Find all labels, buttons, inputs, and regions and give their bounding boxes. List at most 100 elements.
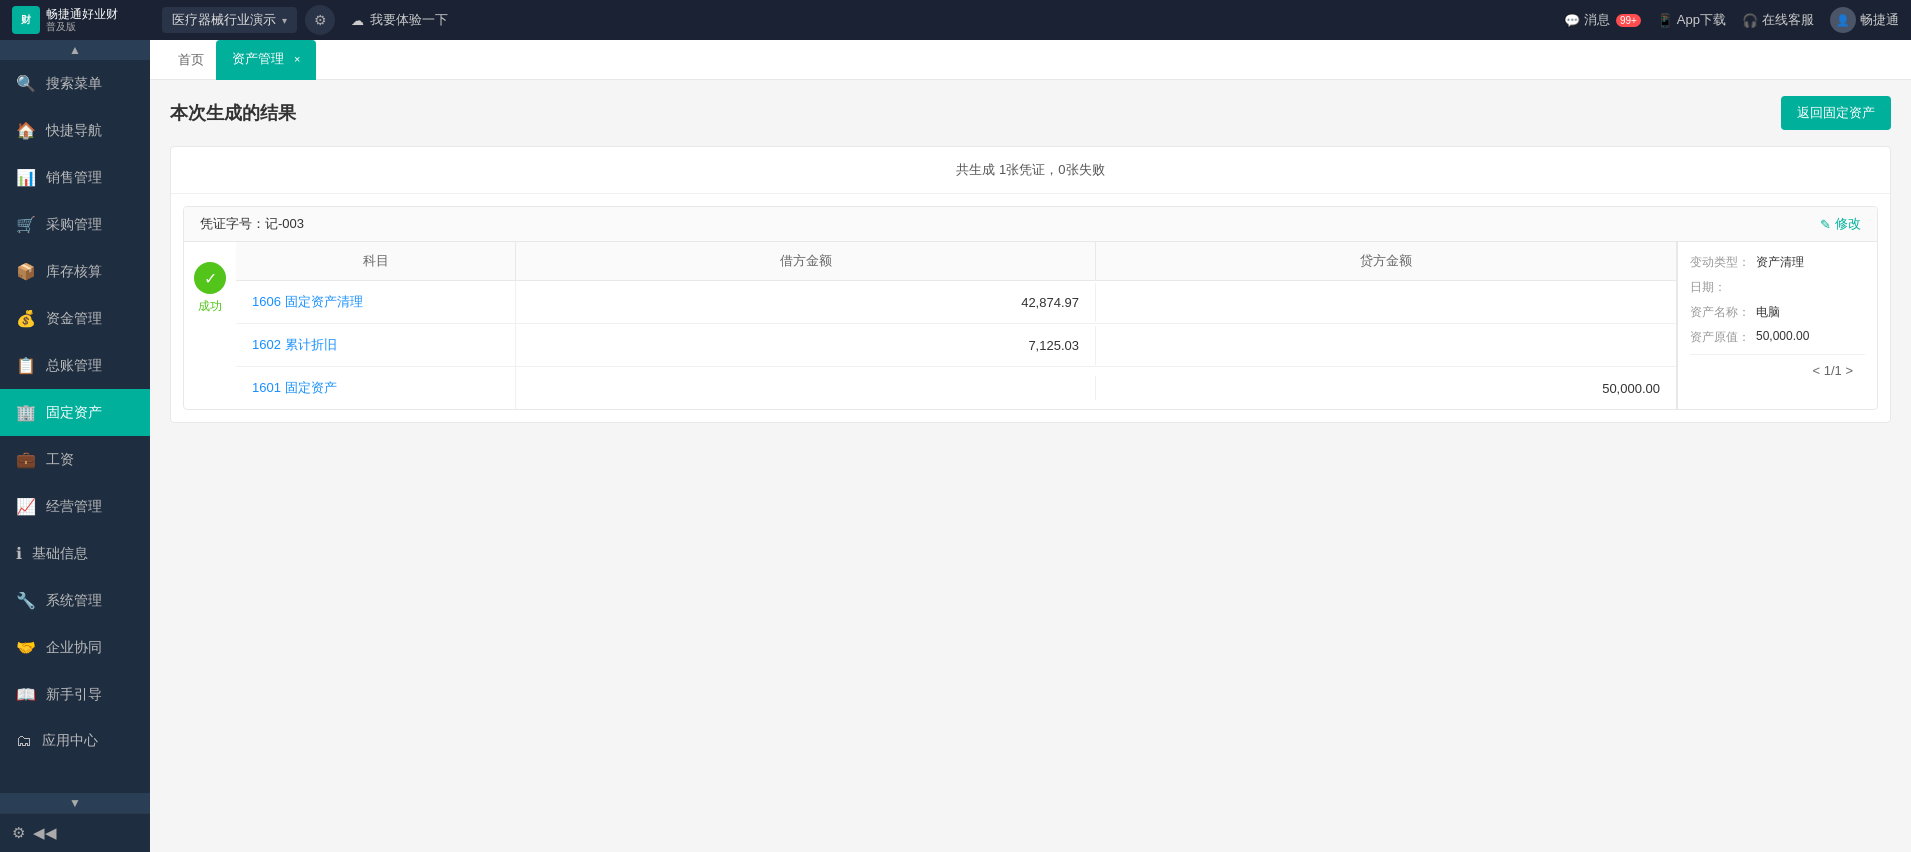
page-title: 本次生成的结果	[170, 101, 296, 125]
app-center-icon: 🗂	[16, 732, 32, 750]
col-subject: 科目	[236, 242, 516, 280]
inventory-icon: 📦	[16, 262, 36, 281]
sales-icon: 📊	[16, 168, 36, 187]
edit-icon: ✎	[1820, 217, 1831, 232]
edit-voucher-button[interactable]: ✎ 修改	[1820, 215, 1861, 233]
tab-bar: 首页 资产管理 ×	[150, 40, 1911, 80]
voucher-number: 凭证字号：记-003	[200, 215, 304, 233]
tab-asset-management[interactable]: 资产管理 ×	[216, 40, 316, 80]
guide-icon: 📖	[16, 685, 36, 704]
row2-debit: 7,125.03	[516, 326, 1096, 365]
sidebar-item-app-center[interactable]: 🗂 应用中心	[0, 718, 150, 764]
enterprise-icon: 🤝	[16, 638, 36, 657]
col-credit: 贷方金额	[1096, 242, 1676, 280]
pagination[interactable]: < 1/1 >	[1690, 354, 1865, 386]
gear-button[interactable]: ⚙	[305, 5, 335, 35]
page-header-row: 本次生成的结果 返回固定资产	[170, 96, 1891, 130]
tab-close-icon[interactable]: ×	[294, 53, 300, 65]
sidebar: ▲ 🔍 搜索菜单 🏠 快捷导航 📊 销售管理 🛒 采购管理 📦 库存核算	[0, 40, 150, 852]
row3-subject: 1601 固定资产	[236, 367, 516, 409]
logo-icon: 财	[12, 6, 40, 34]
headset-icon: 🎧	[1742, 13, 1758, 28]
table-row: 1602 累计折旧 7,125.03	[236, 324, 1676, 367]
info-icon: ℹ	[16, 544, 22, 563]
sidebar-item-inventory[interactable]: 📦 库存核算	[0, 248, 150, 295]
row2-subject: 1602 累计折旧	[236, 324, 516, 366]
info-asset-name: 资产名称： 电脑	[1690, 304, 1865, 321]
message-badge: 99+	[1616, 14, 1641, 27]
return-fixed-assets-button[interactable]: 返回固定资产	[1781, 96, 1891, 130]
online-service-button[interactable]: 🎧 在线客服	[1742, 11, 1814, 29]
row1-subject: 1606 固定资产清理	[236, 281, 516, 323]
sidebar-item-funds[interactable]: 💰 资金管理	[0, 295, 150, 342]
page-content: 本次生成的结果 返回固定资产 共生成 1张凭证，0张失败 凭证字号：记-003 …	[150, 80, 1911, 852]
top-header: 财 畅捷通好业财 普及版 医疗器械行业演示 ▾ ⚙ ☁ 我要体验一下 💬 消息 …	[0, 0, 1911, 40]
sidebar-footer: ⚙ ◀◀	[0, 813, 150, 852]
info-original-value: 资产原值： 50,000.00	[1690, 329, 1865, 346]
purchase-icon: 🛒	[16, 215, 36, 234]
tab-home[interactable]: 首页	[166, 40, 216, 80]
voucher-body: ✓ 成功 科目 借方金额 贷方金额 160	[184, 242, 1877, 409]
sidebar-scroll: 🔍 搜索菜单 🏠 快捷导航 📊 销售管理 🛒 采购管理 📦 库存核算 💰	[0, 60, 150, 793]
main-layout: ▲ 🔍 搜索菜单 🏠 快捷导航 📊 销售管理 🛒 采购管理 📦 库存核算	[0, 40, 1911, 852]
table-header: 科目 借方金额 贷方金额	[236, 242, 1676, 281]
funds-icon: 💰	[16, 309, 36, 328]
company-selector[interactable]: 医疗器械行业演示 ▾	[162, 7, 297, 33]
voucher-header: 凭证字号：记-003 ✎ 修改	[184, 207, 1877, 242]
sidebar-item-operations[interactable]: 📈 经营管理	[0, 483, 150, 530]
collapse-sidebar-button[interactable]: ◀◀	[33, 824, 57, 842]
experience-button[interactable]: ☁ 我要体验一下	[351, 11, 448, 29]
result-panel: 共生成 1张凭证，0张失败 凭证字号：记-003 ✎ 修改	[170, 146, 1891, 423]
content-area: 首页 资产管理 × 本次生成的结果 返回固定资产 共生成 1张凭证，0张失败 凭…	[150, 40, 1911, 852]
success-icon: ✓	[194, 262, 226, 294]
success-label: 成功	[198, 298, 222, 315]
sidebar-item-sales[interactable]: 📊 销售管理	[0, 154, 150, 201]
sidebar-item-basic-info[interactable]: ℹ 基础信息	[0, 530, 150, 577]
sidebar-item-quick-nav[interactable]: 🏠 快捷导航	[0, 107, 150, 154]
logo-text: 畅捷通好业财 普及版	[46, 7, 118, 33]
sidebar-item-system[interactable]: 🔧 系统管理	[0, 577, 150, 624]
logo-area: 财 畅捷通好业财 普及版	[12, 6, 162, 34]
chevron-down-icon: ▾	[282, 15, 287, 26]
row3-credit: 50,000.00	[1096, 369, 1676, 408]
result-summary: 共生成 1张凭证，0张失败	[171, 147, 1890, 194]
search-icon: 🔍	[16, 74, 36, 93]
phone-icon: 📱	[1657, 13, 1673, 28]
ledger-icon: 📋	[16, 356, 36, 375]
voucher-table: 科目 借方金额 贷方金额 1606 固定资产清理 42,874.97 1602 …	[236, 242, 1677, 409]
col-debit: 借方金额	[516, 242, 1096, 280]
message-button[interactable]: 💬 消息 99+	[1564, 11, 1641, 29]
sidebar-scroll-down[interactable]: ▼	[0, 793, 150, 813]
voucher-info-panel: 变动类型： 资产清理 日期： 资产名称： 电脑	[1677, 242, 1877, 409]
fixed-assets-icon: 🏢	[16, 403, 36, 422]
row2-credit	[1096, 333, 1676, 357]
sidebar-item-enterprise[interactable]: 🤝 企业协同	[0, 624, 150, 671]
sidebar-scroll-up[interactable]: ▲	[0, 40, 150, 60]
sidebar-item-ledger[interactable]: 📋 总账管理	[0, 342, 150, 389]
row3-debit	[516, 376, 1096, 400]
sidebar-item-purchase[interactable]: 🛒 采购管理	[0, 201, 150, 248]
system-icon: 🔧	[16, 591, 36, 610]
voucher-status: ✓ 成功	[184, 242, 236, 409]
sidebar-item-fixed-assets[interactable]: 🏢 固定资产	[0, 389, 150, 436]
home-icon: 🏠	[16, 121, 36, 140]
user-icon: 👤	[1836, 14, 1850, 27]
user-profile[interactable]: 👤 畅捷通	[1830, 7, 1899, 33]
table-row: 1601 固定资产 50,000.00	[236, 367, 1676, 409]
payroll-icon: 💼	[16, 450, 36, 469]
cloud-icon: ☁	[351, 13, 364, 28]
app-download-button[interactable]: 📱 App下载	[1657, 11, 1726, 29]
sidebar-item-payroll[interactable]: 💼 工资	[0, 436, 150, 483]
row1-debit: 42,874.97	[516, 283, 1096, 322]
table-row: 1606 固定资产清理 42,874.97	[236, 281, 1676, 324]
voucher-block: 凭证字号：记-003 ✎ 修改 ✓ 成功	[183, 206, 1878, 410]
avatar: 👤	[1830, 7, 1856, 33]
sidebar-item-guide[interactable]: 📖 新手引导	[0, 671, 150, 718]
settings-button[interactable]: ⚙	[12, 824, 25, 842]
info-change-type: 变动类型： 资产清理	[1690, 254, 1865, 271]
row1-credit	[1096, 290, 1676, 314]
message-icon: 💬	[1564, 13, 1580, 28]
operations-icon: 📈	[16, 497, 36, 516]
header-right: 💬 消息 99+ 📱 App下载 🎧 在线客服 👤 畅捷通	[1564, 7, 1899, 33]
sidebar-item-search[interactable]: 🔍 搜索菜单	[0, 60, 150, 107]
